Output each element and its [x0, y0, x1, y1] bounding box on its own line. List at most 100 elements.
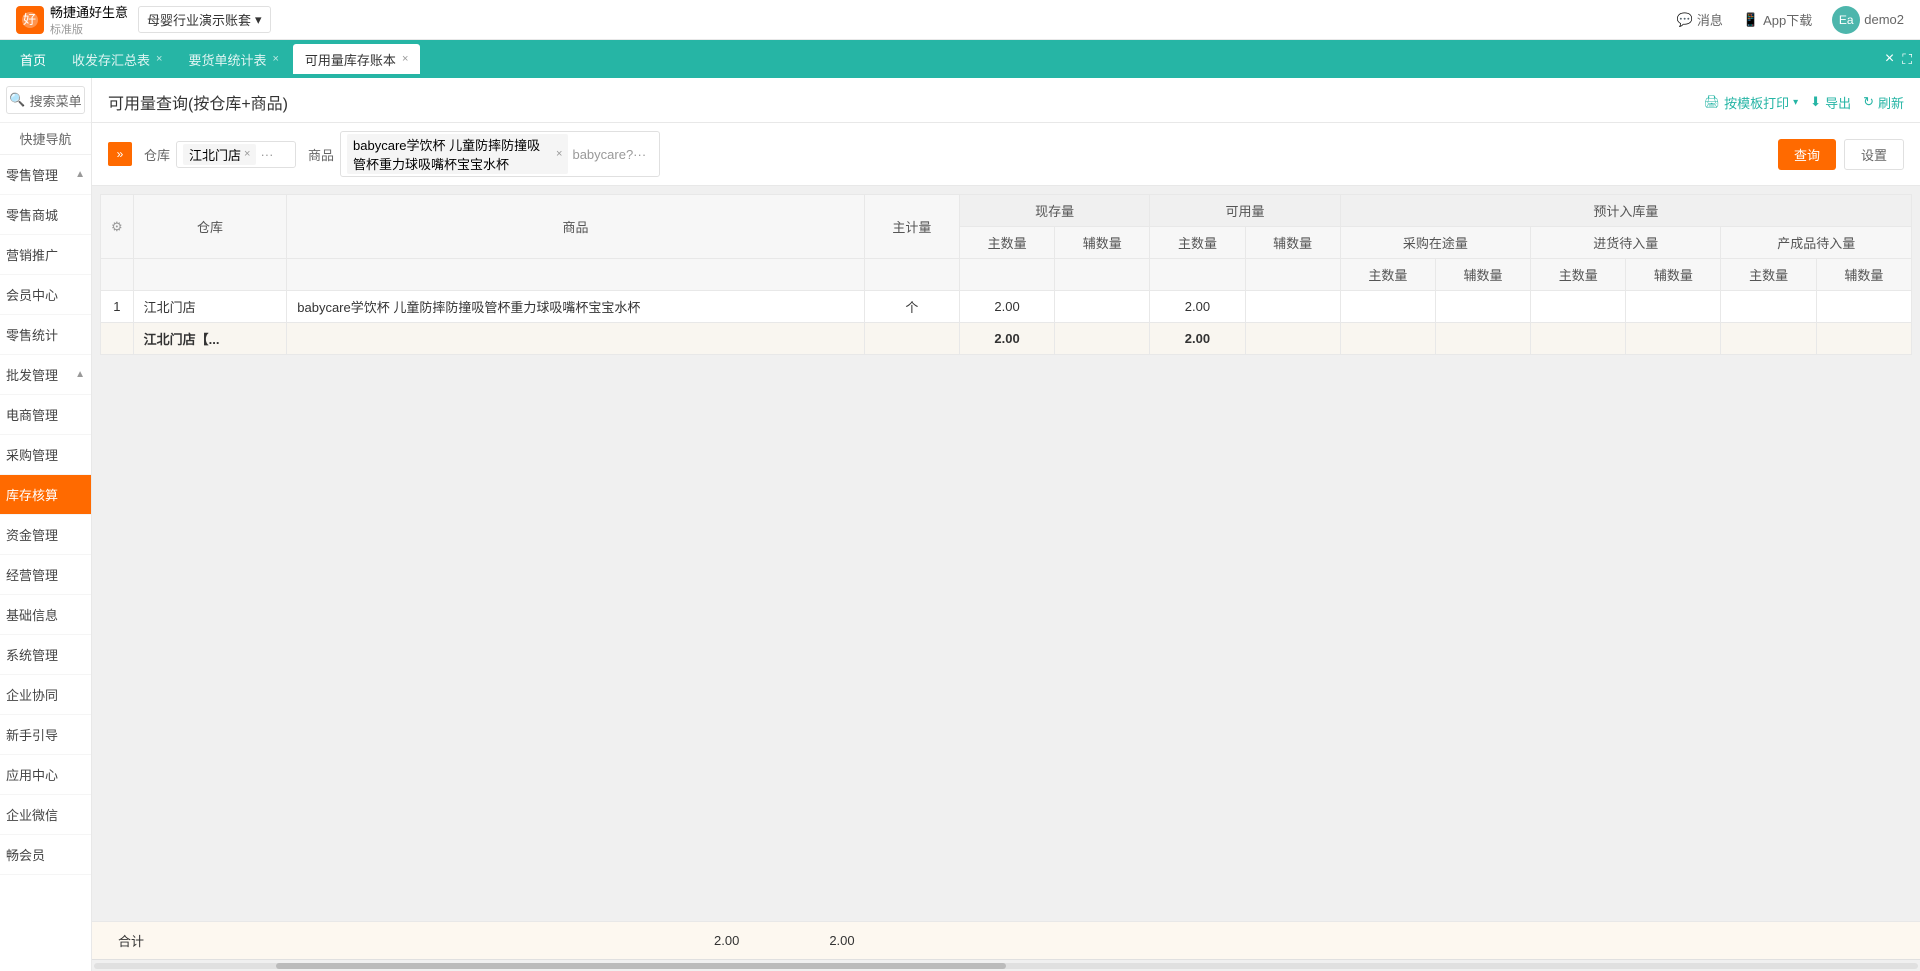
close-all-btn[interactable]: ×: [1885, 50, 1894, 68]
content-area: 可用量查询(按仓库+商品) 🖨 按模板打印 ▾ ⬇ 导出 ↻ 刷新 »: [92, 78, 1920, 971]
warehouse-input[interactable]: 江北门店 × ···: [176, 141, 296, 168]
sidebar-item-app-center[interactable]: 应用中心: [0, 755, 91, 795]
filter-toggle-btn[interactable]: »: [108, 142, 132, 166]
settings-button[interactable]: 设置: [1844, 139, 1904, 170]
th-production-pending: 产成品待入量: [1721, 227, 1912, 259]
sidebar-item-inventory[interactable]: 库存核算: [0, 475, 91, 515]
scroll-thumb[interactable]: [276, 963, 1006, 969]
query-button[interactable]: 查询: [1778, 139, 1836, 170]
sidebar-item-member-program[interactable]: 畅会员: [0, 835, 91, 875]
row-product: babycare学饮杯 儿童防摔防撞吸管杯重力球吸嘴杯宝宝水杯: [287, 291, 865, 323]
column-settings-icon[interactable]: ⚙: [111, 219, 123, 234]
tab-order-stats[interactable]: 要货单统计表 ×: [176, 44, 290, 74]
sidebar-item-enterprise[interactable]: 企业协同: [0, 675, 91, 715]
th-settings[interactable]: ⚙: [101, 195, 134, 259]
expand-icon: ▲: [75, 169, 85, 180]
nav-tabs-actions: × ⛶: [1885, 50, 1912, 68]
subtotal-warehouse: 江北门店【...: [133, 323, 287, 355]
sidebar-search: 🔍 搜索菜单: [0, 78, 91, 123]
tab-receive-summary[interactable]: 收发存汇总表 ×: [60, 44, 174, 74]
tab-available-stock[interactable]: 可用量库存账本 ×: [293, 44, 420, 74]
tab-order-close[interactable]: ×: [272, 53, 278, 65]
subtotal-avail-main: 2.00: [1150, 323, 1245, 355]
sidebar-item-wholesale-mgmt[interactable]: 批发管理 ▲: [0, 355, 91, 395]
logo-icon: 好: [16, 6, 44, 34]
refresh-label: 刷新: [1878, 93, 1904, 112]
message-label: 消息: [1697, 10, 1723, 29]
sidebar-item-member-center[interactable]: 会员中心: [0, 275, 91, 315]
tab-home[interactable]: 首页: [8, 44, 58, 74]
export-btn[interactable]: ⬇ 导出: [1810, 93, 1851, 112]
print-btn[interactable]: 🖨 按模板打印 ▾: [1704, 93, 1799, 112]
page-title: 可用量查询(按仓库+商品): [108, 90, 288, 114]
th-pur-aux: 辅数量: [1435, 259, 1530, 291]
print-arrow: ▾: [1793, 97, 1798, 108]
total-bar: 合计 2.00 2.00: [92, 921, 1920, 959]
filter-actions: 查询 设置: [1778, 139, 1904, 170]
industry-selector[interactable]: 母婴行业演示账套 ▾: [138, 6, 271, 33]
th-unit: 主计量: [864, 195, 959, 259]
sidebar-item-retail-mgmt[interactable]: 零售管理 ▲: [0, 155, 91, 195]
user-area[interactable]: Ea demo2: [1832, 6, 1904, 34]
tab-available-close[interactable]: ×: [402, 53, 408, 65]
page-header: 可用量查询(按仓库+商品) 🖨 按模板打印 ▾ ⬇ 导出 ↻ 刷新: [92, 78, 1920, 123]
sidebar-item-tutorial[interactable]: 新手引导: [0, 715, 91, 755]
svg-text:好: 好: [23, 12, 36, 27]
maximize-btn[interactable]: ⛶: [1902, 51, 1912, 68]
app-subtitle: 标准版: [50, 21, 128, 37]
header-right: 💬 消息 📱 App下载 Ea demo2: [1677, 6, 1904, 34]
message-icon: 💬: [1677, 12, 1693, 28]
download-btn[interactable]: 📱 App下载: [1743, 10, 1812, 29]
product-tag-delete[interactable]: ×: [556, 148, 562, 160]
sidebar-item-basic-info[interactable]: 基础信息: [0, 595, 91, 635]
sidebar-item-wecom[interactable]: 企业微信: [0, 795, 91, 835]
total-label: 合计: [108, 931, 154, 950]
th-current-main: 主数量: [959, 227, 1054, 259]
filter-bar: » 仓库 江北门店 × ··· 商品 babycare学饮杯 儿童防摔防撞吸管杯…: [92, 123, 1920, 186]
logo-area: 好 畅捷通好生意 标准版: [16, 2, 128, 37]
sidebar-item-system[interactable]: 系统管理: [0, 635, 91, 675]
warehouse-filter: 仓库 江北门店 × ···: [144, 141, 296, 168]
tab-receive-close[interactable]: ×: [156, 53, 162, 65]
subtotal-row: 江北门店【... 2.00 2.00: [101, 323, 1912, 355]
quick-nav-btn[interactable]: 快捷导航: [0, 123, 91, 155]
product-input[interactable]: babycare学饮杯 儿童防摔防撞吸管杯重力球吸嘴杯宝宝水杯 × babyca…: [340, 131, 660, 177]
username-label: demo2: [1864, 12, 1904, 27]
sidebar-item-finance[interactable]: 资金管理: [0, 515, 91, 555]
refresh-btn[interactable]: ↻ 刷新: [1863, 93, 1904, 112]
product-more[interactable]: babycare?···: [572, 147, 646, 162]
sidebar-item-retail-mall[interactable]: 零售商城: [0, 195, 91, 235]
th-product: 商品: [287, 195, 865, 259]
sidebar-item-purchase[interactable]: 采购管理: [0, 435, 91, 475]
total-avail-main: 2.00: [829, 933, 854, 948]
sidebar-item-ecommerce[interactable]: 电商管理: [0, 395, 91, 435]
scroll-track: [94, 963, 1918, 969]
search-menu-btn[interactable]: 🔍 搜索菜单: [6, 86, 85, 114]
page-actions: 🖨 按模板打印 ▾ ⬇ 导出 ↻ 刷新: [1704, 93, 1904, 112]
product-filter: 商品 babycare学饮杯 儿童防摔防撞吸管杯重力球吸嘴杯宝宝水杯 × bab…: [308, 131, 660, 177]
th-inc-main: 主数量: [1531, 259, 1626, 291]
warehouse-tag-delete[interactable]: ×: [244, 148, 250, 160]
message-btn[interactable]: 💬 消息: [1677, 10, 1723, 29]
header-left: 好 畅捷通好生意 标准版 母婴行业演示账套 ▾: [16, 2, 271, 37]
th-inc-aux: 辅数量: [1626, 259, 1721, 291]
th-warehouse: 仓库: [133, 195, 287, 259]
product-label: 商品: [308, 145, 334, 164]
print-icon: 🖨: [1704, 94, 1721, 110]
sidebar-item-marketing[interactable]: 营销推广: [0, 235, 91, 275]
chevron-down-icon: ▾: [255, 12, 262, 28]
sidebar: 🔍 搜索菜单 快捷导航 零售管理 ▲ 零售商城 营销推广 会员中心 零售统计 批…: [0, 78, 92, 971]
warehouse-tag: 江北门店 ×: [183, 144, 256, 165]
horizontal-scrollbar[interactable]: [92, 959, 1920, 971]
warehouse-more[interactable]: ···: [260, 147, 273, 162]
sidebar-item-operations[interactable]: 经营管理: [0, 555, 91, 595]
warehouse-label: 仓库: [144, 145, 170, 164]
row-current-main: 2.00: [959, 291, 1054, 323]
app-title: 畅捷通好生意: [50, 2, 128, 21]
th-avail-aux: 辅数量: [1245, 227, 1340, 259]
tab-receive-label: 收发存汇总表: [72, 50, 150, 69]
export-icon: ⬇: [1810, 94, 1821, 110]
th-prod-aux: 辅数量: [1816, 259, 1911, 291]
sidebar-item-retail-stats[interactable]: 零售统计: [0, 315, 91, 355]
total-current-main: 2.00: [714, 933, 739, 948]
